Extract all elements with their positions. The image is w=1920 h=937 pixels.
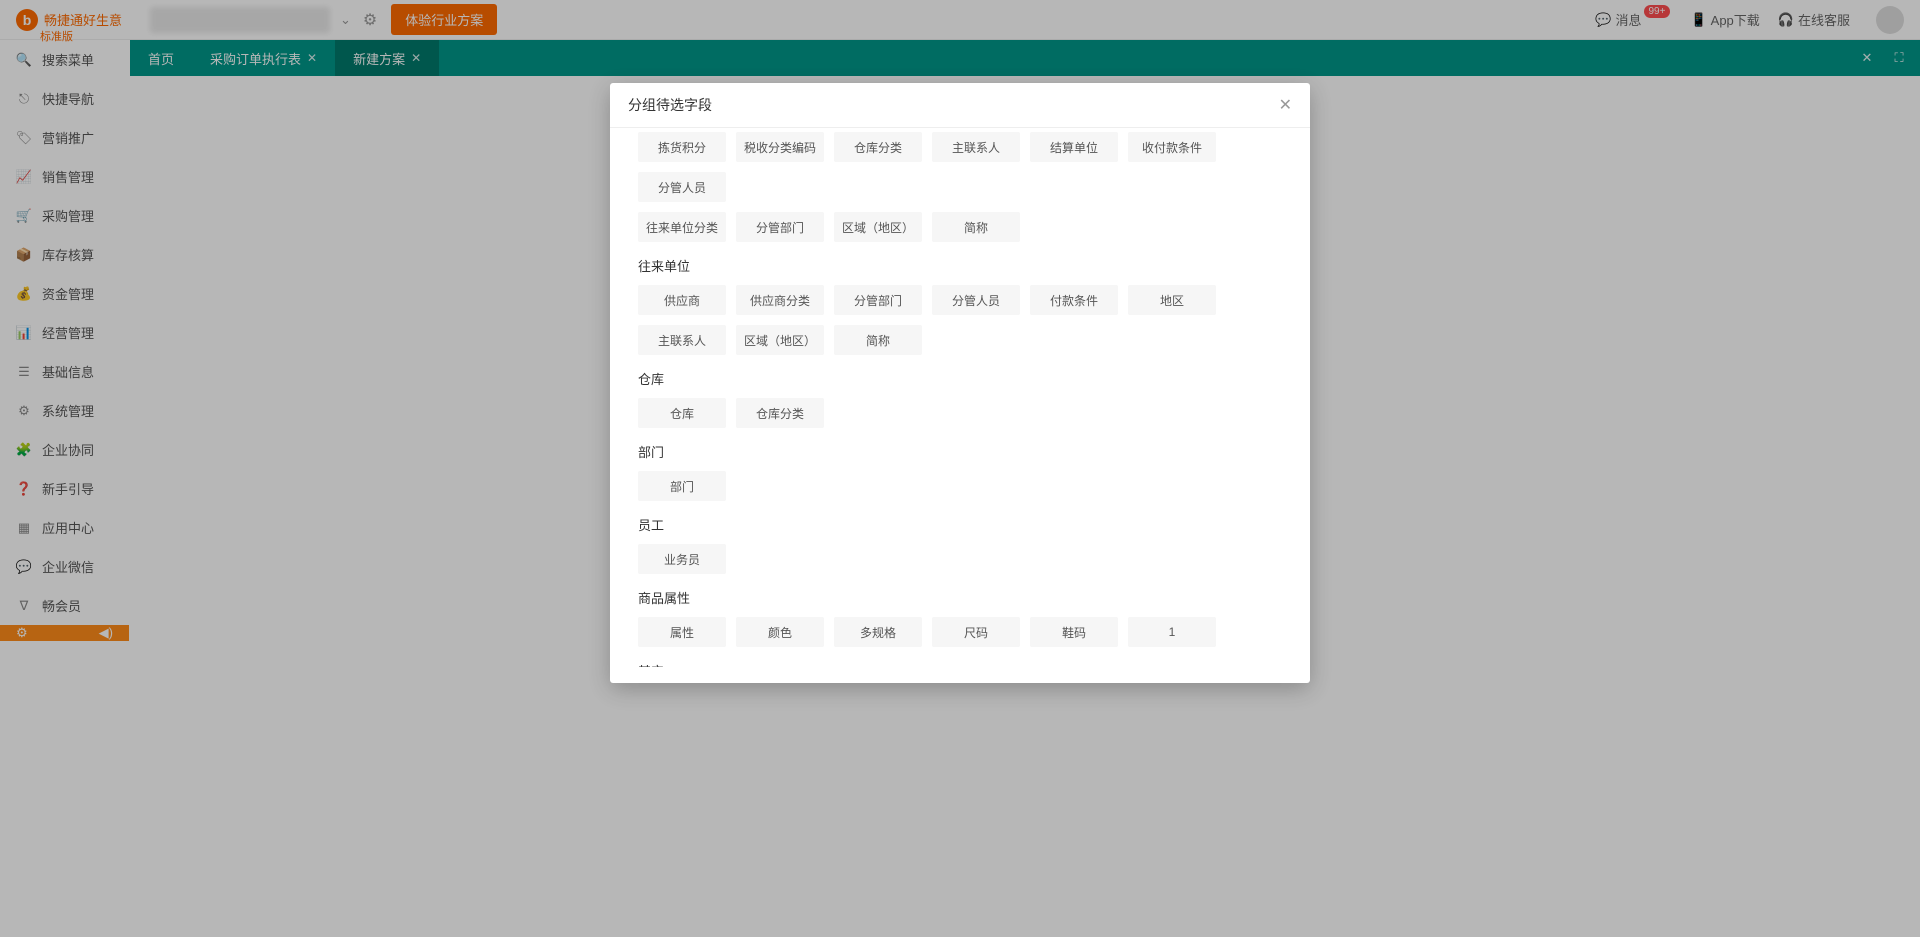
group-field-modal: 分组待选字段 ✕ 拣货积分税收分类编码仓库分类主联系人结算单位收付款条件分管人员… <box>610 83 1310 683</box>
field-pill[interactable]: 简称 <box>932 212 1020 242</box>
field-pill[interactable]: 业务员 <box>638 544 726 574</box>
field-pill[interactable]: 多规格 <box>834 617 922 647</box>
field-pill[interactable]: 税收分类编码 <box>736 132 824 162</box>
field-pill[interactable]: 仓库分类 <box>834 132 922 162</box>
field-pill[interactable]: 供应商分类 <box>736 285 824 315</box>
field-pill[interactable]: 分管人员 <box>638 172 726 202</box>
field-pill[interactable]: 主联系人 <box>932 132 1020 162</box>
field-pill[interactable]: 区域（地区） <box>834 212 922 242</box>
field-pill[interactable]: 拣货积分 <box>638 132 726 162</box>
field-pill[interactable]: 付款条件 <box>1030 285 1118 315</box>
field-pill[interactable]: 结算单位 <box>1030 132 1118 162</box>
field-pill[interactable]: 供应商 <box>638 285 726 315</box>
field-pill[interactable]: 主联系人 <box>638 325 726 355</box>
field-pill[interactable]: 属性 <box>638 617 726 647</box>
field-pill[interactable]: 收付款条件 <box>1128 132 1216 162</box>
field-pill[interactable]: 分管部门 <box>736 212 824 242</box>
field-pill[interactable]: 简称 <box>834 325 922 355</box>
modal-h-scrollbar[interactable] <box>620 667 1300 677</box>
field-group-title: 部门 <box>638 442 1282 461</box>
field-group-title: 员工 <box>638 515 1282 534</box>
field-group-title: 往来单位 <box>638 256 1282 275</box>
field-group-title: 商品属性 <box>638 588 1282 607</box>
field-pill[interactable]: 仓库分类 <box>736 398 824 428</box>
field-pill[interactable]: 尺码 <box>932 617 1020 647</box>
field-pill[interactable]: 地区 <box>1128 285 1216 315</box>
field-pill[interactable]: 区域（地区） <box>736 325 824 355</box>
close-icon[interactable]: ✕ <box>1279 95 1292 115</box>
field-pill[interactable]: 部门 <box>638 471 726 501</box>
field-pill[interactable]: 分管人员 <box>932 285 1020 315</box>
field-pill[interactable]: 1 <box>1128 617 1216 647</box>
field-pill[interactable]: 分管部门 <box>834 285 922 315</box>
field-pill[interactable]: 往来单位分类 <box>638 212 726 242</box>
field-pill[interactable]: 颜色 <box>736 617 824 647</box>
field-pill[interactable]: 鞋码 <box>1030 617 1118 647</box>
modal-title: 分组待选字段 <box>628 95 712 115</box>
field-group-title: 仓库 <box>638 369 1282 388</box>
field-pill[interactable]: 仓库 <box>638 398 726 428</box>
